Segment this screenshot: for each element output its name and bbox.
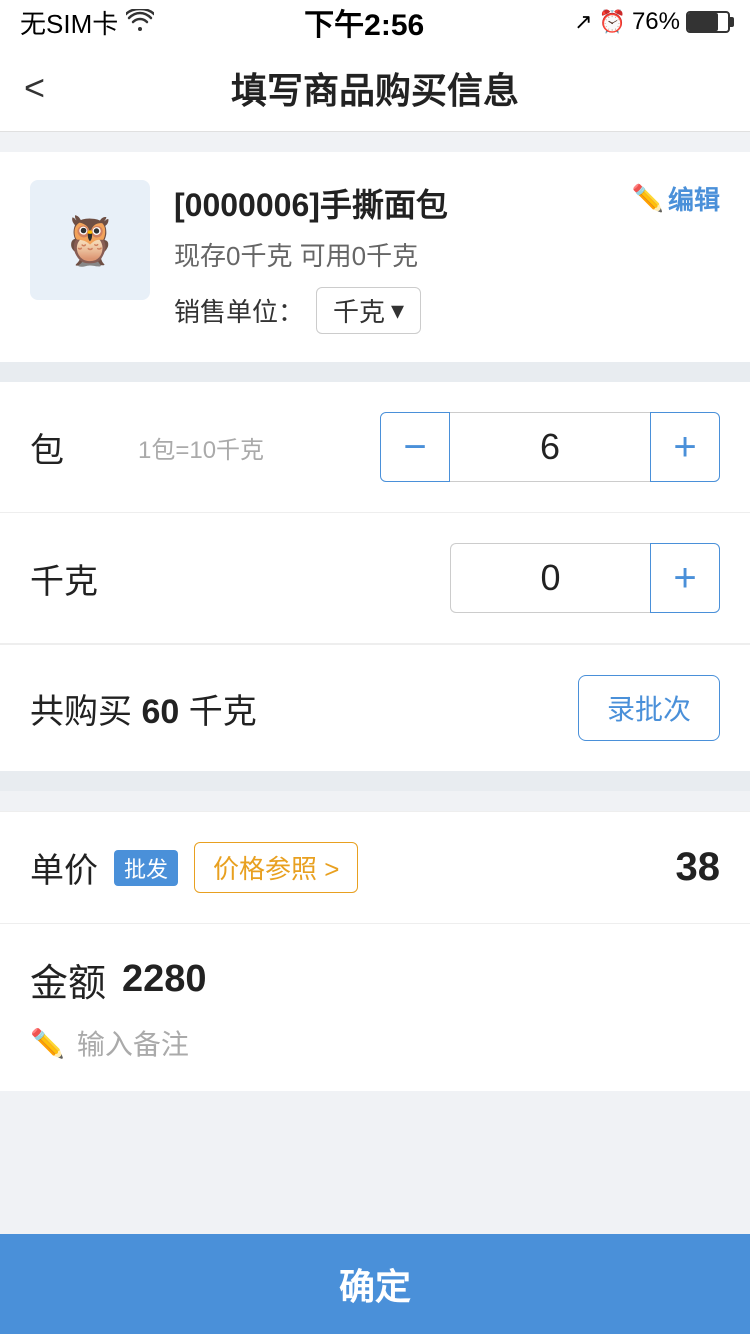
alarm-icon: ⏰ [599, 9, 626, 35]
pack-label: 包 [30, 423, 110, 472]
amount-value: 2280 [122, 958, 207, 1001]
pack-controls: − + [380, 412, 720, 482]
product-info: [0000006]手撕面包 ✏️ 编辑 现存0千克 可用0千克 销售单位： 千克… [174, 180, 720, 334]
wifi-icon [126, 7, 154, 38]
confirm-button[interactable]: 确定 [339, 1258, 411, 1310]
nav-bar: < 填写商品购买信息 [0, 44, 750, 132]
kg-input[interactable] [450, 543, 650, 613]
back-button[interactable]: < [24, 67, 45, 109]
pencil-icon: ✏️ [30, 1027, 65, 1060]
price-ref-button[interactable]: 价格参照 > [194, 842, 358, 893]
summary-prefix: 共购买 [30, 693, 132, 731]
unit-value: 千克 [333, 292, 385, 329]
edit-label: 编辑 [668, 180, 720, 217]
divider-1 [0, 362, 750, 382]
product-unit-row: 销售单位： 千克 ▾ [174, 287, 720, 334]
divider-2 [0, 771, 750, 791]
product-name-row: [0000006]手撕面包 ✏️ 编辑 [174, 180, 720, 226]
footer[interactable]: 确定 [0, 1234, 750, 1334]
product-image: 🦉 [30, 180, 150, 300]
status-right: ↗ ⏰ 76% [574, 8, 730, 36]
remark-placeholder: 输入备注 [77, 1023, 189, 1063]
pack-minus-button[interactable]: − [380, 412, 450, 482]
pack-hint: 1包=10千克 [138, 430, 264, 465]
kg-plus-button[interactable]: + [650, 543, 720, 613]
summary-quantity: 60 [141, 693, 179, 731]
unit-select[interactable]: 千克 ▾ [316, 287, 421, 334]
unit-label: 销售单位： [174, 292, 304, 329]
page-title: 填写商品购买信息 [231, 62, 519, 114]
product-logo-icon: 🦉 [60, 212, 120, 269]
summary-text: 共购买 60 千克 [30, 684, 257, 733]
kg-controls: + [450, 543, 720, 613]
kg-label: 千克 [30, 554, 110, 603]
time-label: 下午2:56 [304, 0, 424, 44]
kg-row: 千克 + [0, 513, 750, 644]
summary-unit: 千克 [189, 693, 257, 731]
price-section: 单价 批发 价格参照 > 38 [0, 811, 750, 924]
battery-icon [686, 11, 730, 33]
remark-row[interactable]: ✏️ 输入备注 [30, 1023, 720, 1063]
summary-row: 共购买 60 千克 录批次 [0, 644, 750, 771]
amount-section: 金额 2280 ✏️ 输入备注 [0, 924, 750, 1091]
main-content: 🦉 [0000006]手撕面包 ✏️ 编辑 现存0千克 可用0千克 销售单位： … [0, 152, 750, 1191]
batch-button[interactable]: 录批次 [578, 675, 720, 741]
amount-row: 金额 2280 [30, 952, 720, 1007]
pack-row: 包 1包=10千克 − + [0, 382, 750, 513]
status-left: 无SIM卡 [20, 4, 154, 41]
price-ref-label: 价格参照 > [213, 849, 339, 886]
carrier-label: 无SIM卡 [20, 4, 118, 41]
edit-icon: ✏️ [632, 183, 664, 214]
location-icon: ↗ [574, 9, 592, 35]
status-bar: 无SIM卡 下午2:56 ↗ ⏰ 76% [0, 0, 750, 44]
product-code-name: [0000006]手撕面包 [174, 180, 448, 226]
chevron-down-icon: ▾ [391, 295, 404, 326]
price-tag-pi: 批发 [114, 850, 178, 886]
pack-plus-button[interactable]: + [650, 412, 720, 482]
battery-pct: 76% [632, 8, 680, 36]
pack-input[interactable] [450, 412, 650, 482]
edit-button[interactable]: ✏️ 编辑 [632, 180, 720, 217]
amount-label: 金额 [30, 952, 106, 1007]
product-stock: 现存0千克 可用0千克 [174, 236, 720, 273]
input-section: 包 1包=10千克 − + 千克 + 共购买 60 千克 录批次 [0, 382, 750, 771]
price-value: 38 [676, 845, 721, 890]
price-label: 单价 [30, 843, 98, 892]
product-card: 🦉 [0000006]手撕面包 ✏️ 编辑 现存0千克 可用0千克 销售单位： … [0, 152, 750, 362]
